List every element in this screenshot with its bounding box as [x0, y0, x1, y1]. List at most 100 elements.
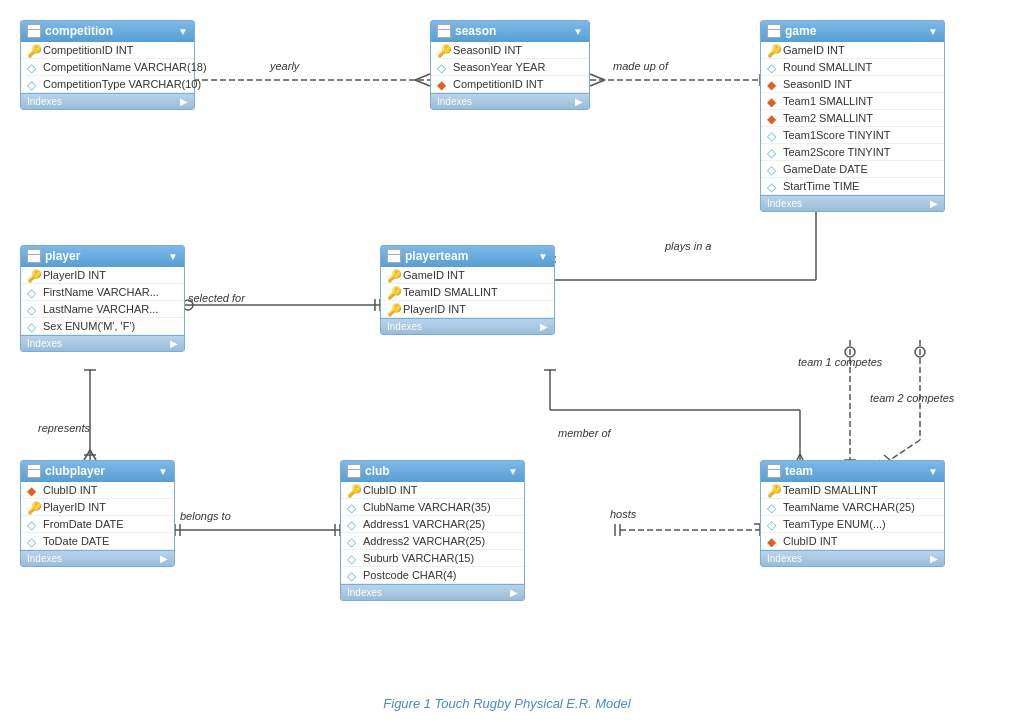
- table-icon: [27, 249, 41, 263]
- entity-row: ◇ FromDate DATE: [21, 516, 174, 533]
- entity-footer: Indexes ▶: [21, 550, 174, 566]
- svg-line-2: [415, 80, 430, 86]
- diamond-icon: ◇: [767, 61, 779, 73]
- pk-icon: 🔑: [27, 501, 39, 513]
- entity-row: ◇ SeasonYear YEAR: [431, 59, 589, 76]
- diamond-icon: ◇: [27, 78, 39, 90]
- field-text: Address1 VARCHAR(25): [363, 518, 485, 530]
- entity-footer: Indexes ▶: [431, 93, 589, 109]
- dropdown-arrow[interactable]: ▼: [158, 466, 168, 477]
- table-icon: [387, 249, 401, 263]
- rel-label-made-up-of: made up of: [613, 60, 668, 72]
- diamond-empty-icon: ◇: [347, 535, 359, 547]
- entity-game-header: game ▼: [761, 21, 944, 42]
- entity-row: 🔑 PlayerID INT: [21, 267, 184, 284]
- footer-arrow[interactable]: ▶: [930, 198, 938, 209]
- entity-row: ◇ Address2 VARCHAR(25): [341, 533, 524, 550]
- entity-player: player ▼ 🔑 PlayerID INT ◇ FirstName VARC…: [20, 245, 185, 352]
- entity-row: 🔑 SeasonID INT: [431, 42, 589, 59]
- footer-arrow[interactable]: ▶: [180, 96, 188, 107]
- entity-club-header: club ▼: [341, 461, 524, 482]
- footer-arrow[interactable]: ▶: [575, 96, 583, 107]
- field-text: FromDate DATE: [43, 518, 123, 530]
- pk-icon: 🔑: [347, 484, 359, 496]
- field-text: GameID INT: [783, 44, 845, 56]
- rel-label-yearly: yearly: [270, 60, 299, 72]
- entity-footer: Indexes ▶: [381, 318, 554, 334]
- dropdown-arrow[interactable]: ▼: [928, 466, 938, 477]
- dropdown-arrow[interactable]: ▼: [538, 251, 548, 262]
- entity-row: 🔑 CompetitionID INT: [21, 42, 194, 59]
- entity-row: ◇ Team2Score TINYINT: [761, 144, 944, 161]
- diamond-empty-icon: ◇: [27, 535, 39, 547]
- footer-arrow[interactable]: ▶: [170, 338, 178, 349]
- svg-line-7: [590, 74, 605, 80]
- entity-row: ◆ Team2 SMALLINT: [761, 110, 944, 127]
- field-text: PlayerID INT: [403, 303, 466, 315]
- diamond-icon: ◇: [347, 501, 359, 513]
- footer-arrow[interactable]: ▶: [160, 553, 168, 564]
- dropdown-arrow[interactable]: ▼: [168, 251, 178, 262]
- diamond-empty-icon: ◇: [767, 146, 779, 158]
- pk-icon: 🔑: [27, 44, 39, 56]
- entity-clubplayer-title: clubplayer: [45, 464, 105, 478]
- entity-footer: Indexes ▶: [21, 335, 184, 351]
- entity-row: ◆ ClubID INT: [21, 482, 174, 499]
- field-text: TeamID SMALLINT: [403, 286, 498, 298]
- table-icon: [27, 24, 41, 38]
- entity-row: 🔑 PlayerID INT: [21, 499, 174, 516]
- rel-label-represents: represents: [38, 422, 90, 434]
- entity-row: ◆ Team1 SMALLINT: [761, 93, 944, 110]
- indexes-label: Indexes: [27, 338, 62, 349]
- dropdown-arrow[interactable]: ▼: [573, 26, 583, 37]
- entity-playerteam-title: playerteam: [405, 249, 468, 263]
- entity-game: game ▼ 🔑 GameID INT ◇ Round SMALLINT ◆ S…: [760, 20, 945, 212]
- field-text: SeasonYear YEAR: [453, 61, 545, 73]
- rel-label-selected-for: selected for: [188, 292, 245, 304]
- footer-arrow[interactable]: ▶: [930, 553, 938, 564]
- pk-icon: 🔑: [27, 269, 39, 281]
- field-text: Sex ENUM('M', 'F'): [43, 320, 135, 332]
- entity-competition: competition ▼ 🔑 CompetitionID INT ◇ Comp…: [20, 20, 195, 110]
- pk-icon: 🔑: [387, 303, 399, 315]
- footer-arrow[interactable]: ▶: [540, 321, 548, 332]
- fk-icon: ◆: [767, 78, 779, 90]
- entity-row: ◆ CompetitionID INT: [431, 76, 589, 93]
- field-text: Postcode CHAR(4): [363, 569, 457, 581]
- footer-arrow[interactable]: ▶: [510, 587, 518, 598]
- indexes-label: Indexes: [27, 553, 62, 564]
- fk-orange-icon: ◆: [767, 95, 779, 107]
- dropdown-arrow[interactable]: ▼: [178, 26, 188, 37]
- diamond-icon: ◇: [27, 286, 39, 298]
- svg-line-39: [90, 450, 96, 460]
- rel-label-team1-competes: team 1 competes: [798, 356, 882, 368]
- table-icon: [347, 464, 361, 478]
- entity-row: ◇ Team1Score TINYINT: [761, 127, 944, 144]
- svg-line-38: [84, 450, 90, 460]
- field-text: Team2 SMALLINT: [783, 112, 873, 124]
- rel-label-hosts: hosts: [610, 508, 636, 520]
- field-text: PlayerID INT: [43, 269, 106, 281]
- field-text: SeasonID INT: [453, 44, 522, 56]
- entity-clubplayer-header: clubplayer ▼: [21, 461, 174, 482]
- field-text: Team2Score TINYINT: [783, 146, 890, 158]
- entity-row: 🔑 GameID INT: [381, 267, 554, 284]
- entity-competition-header: competition ▼: [21, 21, 194, 42]
- svg-line-1: [415, 74, 430, 80]
- field-text: SeasonID INT: [783, 78, 852, 90]
- rel-label-belongs-to: belongs to: [180, 510, 231, 522]
- diamond-icon: ◇: [347, 569, 359, 581]
- field-text: CompetitionID INT: [43, 44, 133, 56]
- rel-label-member-of: member of: [558, 427, 611, 439]
- dropdown-arrow[interactable]: ▼: [508, 466, 518, 477]
- diamond-icon: ◇: [27, 61, 39, 73]
- diamond-icon: ◇: [27, 518, 39, 530]
- entity-player-title: player: [45, 249, 80, 263]
- entity-row: ◇ CompetitionName VARCHAR(18): [21, 59, 194, 76]
- dropdown-arrow[interactable]: ▼: [928, 26, 938, 37]
- entity-team-header: team ▼: [761, 461, 944, 482]
- indexes-label: Indexes: [767, 198, 802, 209]
- entity-season-header: season ▼: [431, 21, 589, 42]
- entity-playerteam-header: playerteam ▼: [381, 246, 554, 267]
- pk-icon: 🔑: [767, 484, 779, 496]
